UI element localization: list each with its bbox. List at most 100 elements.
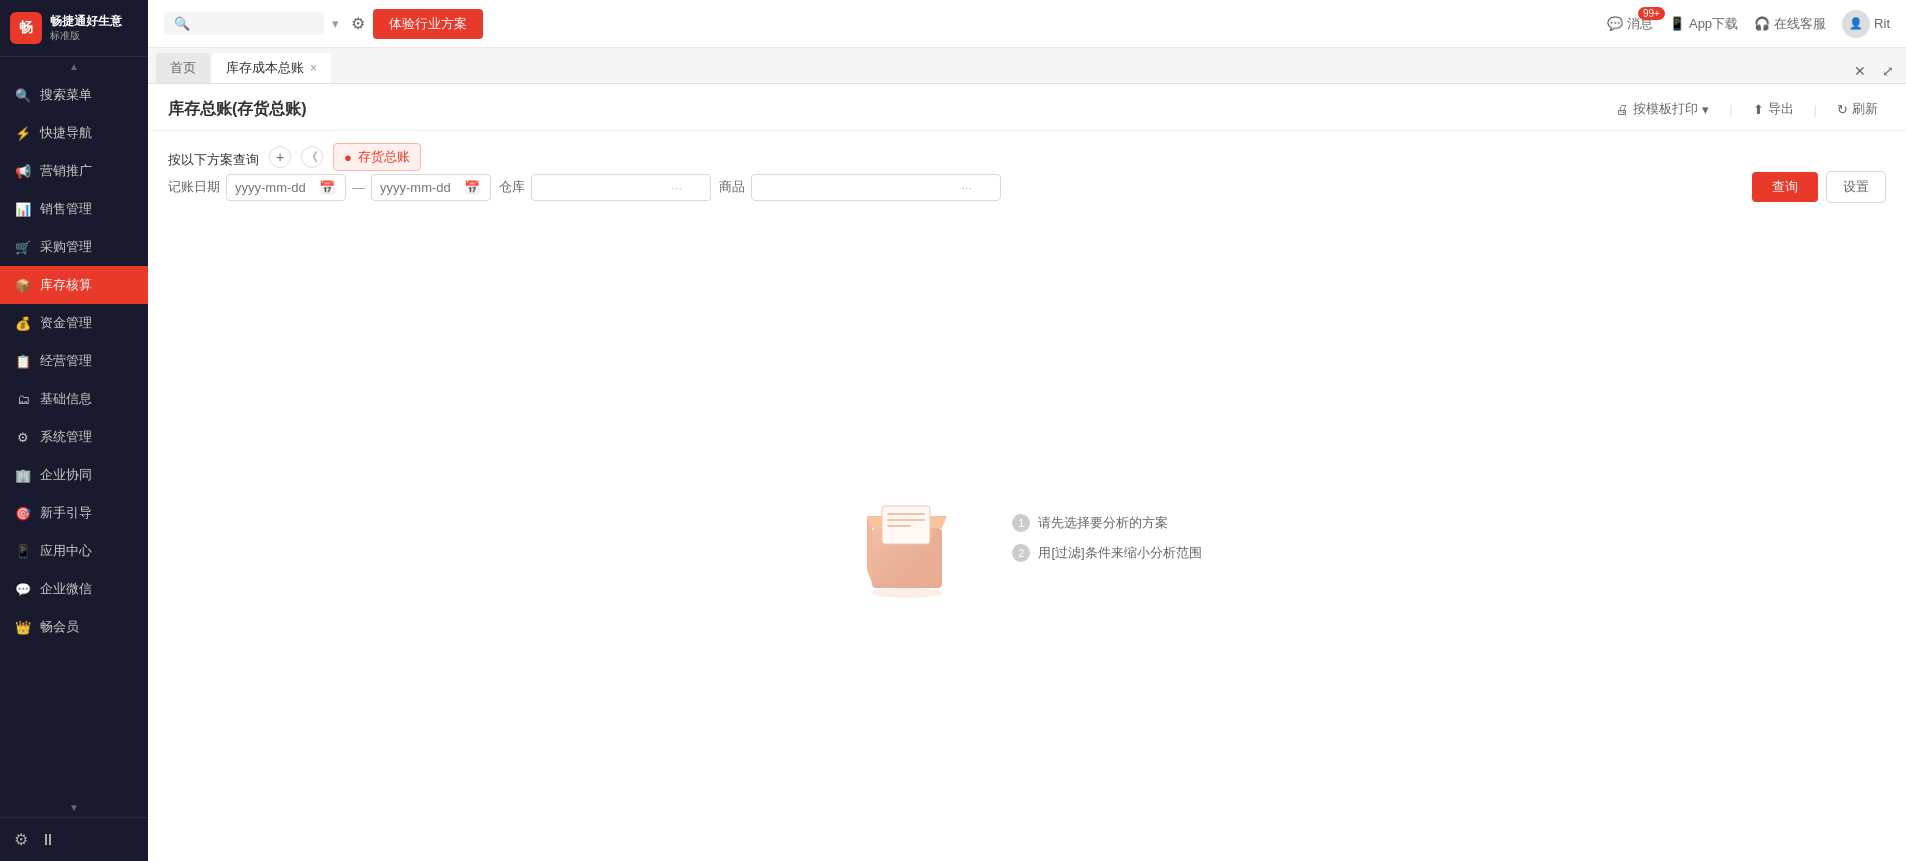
app-version: 标准版 (50, 29, 122, 42)
sidebar-item-operations[interactable]: 📋 经营管理 (0, 342, 148, 380)
topbar-message[interactable]: 💬 消息 99+ (1607, 15, 1653, 33)
sidebar-item-marketing[interactable]: 📢 营销推广 (0, 152, 148, 190)
settings-button[interactable]: 设置 (1826, 171, 1886, 203)
sidebar-item-appstore[interactable]: 📱 应用中心 (0, 532, 148, 570)
app-name: 畅捷通好生意 (50, 14, 122, 30)
app-download-label: App下载 (1689, 15, 1738, 33)
topbar-search-icon: 🔍 (174, 16, 190, 31)
sidebar-item-system[interactable]: ⚙ 系统管理 (0, 418, 148, 456)
appstore-icon: 📱 (14, 542, 32, 560)
service-icon: 🎧 (1754, 16, 1770, 31)
vip-icon: 👑 (14, 618, 32, 636)
sidebar-item-label: 销售管理 (40, 200, 92, 218)
calendar-start-icon[interactable]: 📅 (319, 180, 335, 195)
sidebar-item-quick-nav[interactable]: ⚡ 快捷导航 (0, 114, 148, 152)
topbar-right: 💬 消息 99+ 📱 App下载 🎧 在线客服 👤 Rit (1607, 10, 1890, 38)
filter-add-button[interactable]: + (269, 146, 291, 168)
sidebar-item-label: 资金管理 (40, 314, 92, 332)
sidebar-item-label: 企业微信 (40, 580, 92, 598)
sidebar-item-label: 经营管理 (40, 352, 92, 370)
system-icon: ⚙ (14, 428, 32, 446)
filter-top-row: 按以下方案查询 + 《 ● 存货总账 (148, 131, 1906, 171)
topbar-user[interactable]: 👤 Rit (1842, 10, 1890, 38)
sidebar-scroll-down[interactable]: ▼ (0, 798, 148, 817)
export-button[interactable]: ⬆ 导出 (1745, 96, 1802, 122)
sidebar-item-search[interactable]: 🔍 搜索菜单 (0, 76, 148, 114)
tab-inventory-ledger[interactable]: 库存成本总账 × (212, 53, 331, 83)
calendar-end-icon[interactable]: 📅 (464, 180, 480, 195)
sidebar-item-label: 企业协同 (40, 466, 92, 484)
filter-label: 按以下方案查询 (168, 145, 259, 169)
empty-state: 1 请先选择要分析的方案 2 用[过滤]条件来缩小分析范围 (148, 215, 1906, 861)
sidebar-search-label: 搜索菜单 (40, 86, 92, 104)
date-start-field[interactable] (235, 180, 315, 195)
settings-footer-icon[interactable]: ⚙ (14, 830, 28, 849)
empty-illustration (852, 478, 972, 598)
tab-home[interactable]: 首页 (156, 53, 210, 83)
date-end-input[interactable]: 📅 (371, 174, 491, 201)
print-template-button[interactable]: 🖨 按模板打印 ▾ (1608, 96, 1717, 122)
message-icon: 💬 (1607, 16, 1623, 31)
filter-scheme-tag[interactable]: ● 存货总账 (333, 143, 421, 171)
sidebar-item-wechat[interactable]: 💬 企业微信 (0, 570, 148, 608)
sidebar-item-basic[interactable]: 🗂 基础信息 (0, 380, 148, 418)
query-button[interactable]: 查询 (1752, 172, 1818, 202)
audio-footer-icon[interactable]: ⏸ (40, 831, 56, 849)
topbar-online-service[interactable]: 🎧 在线客服 (1754, 15, 1826, 33)
sidebar-item-label: 应用中心 (40, 542, 92, 560)
tip-1-num: 1 (1012, 514, 1030, 532)
page-title: 库存总账(存货总账) (168, 99, 307, 120)
print-label: 按模板打印 (1633, 100, 1698, 118)
topbar-search[interactable]: 🔍 (164, 12, 324, 35)
warehouse-more-icon[interactable]: ··· (671, 180, 682, 195)
sidebar-item-finance[interactable]: 💰 资金管理 (0, 304, 148, 342)
sidebar-item-label: 基础信息 (40, 390, 92, 408)
page-actions: 🖨 按模板打印 ▾ | ⬆ 导出 | ↻ 刷新 (1608, 96, 1886, 122)
filter-warehouse-group: 仓库 ··· (499, 174, 711, 201)
date-end-field[interactable] (380, 180, 460, 195)
sidebar-item-purchase[interactable]: 🛒 采购管理 (0, 228, 148, 266)
topbar: 🔍 ▾ ⚙ 体验行业方案 💬 消息 99+ 📱 App下载 🎧 在线客服 👤 (148, 0, 1906, 48)
empty-tips: 1 请先选择要分析的方案 2 用[过滤]条件来缩小分析范围 (1012, 514, 1201, 562)
sidebar-footer: ⚙ ⏸ (0, 817, 148, 861)
topbar-settings-icon[interactable]: ⚙ (351, 14, 365, 33)
marketing-icon: 📢 (14, 162, 32, 180)
tip-2-num: 2 (1012, 544, 1030, 562)
tabs-bar: 首页 库存成本总账 × ✕ ⤢ (148, 48, 1906, 84)
tab-close-all-icon[interactable]: ✕ (1850, 59, 1870, 83)
product-more-icon[interactable]: ··· (961, 180, 972, 195)
sidebar-item-label: 快捷导航 (40, 124, 92, 142)
sales-icon: 📊 (14, 200, 32, 218)
product-select[interactable]: ··· (751, 174, 1001, 201)
sidebar-item-enterprise[interactable]: 🏢 企业协同 (0, 456, 148, 494)
date-separator: — (352, 180, 365, 195)
filter-collapse-button[interactable]: 《 (301, 146, 323, 168)
finance-icon: 💰 (14, 314, 32, 332)
operations-icon: 📋 (14, 352, 32, 370)
tab-close-icon[interactable]: × (310, 62, 317, 74)
newbie-icon: 🎯 (14, 504, 32, 522)
page-header: 库存总账(存货总账) 🖨 按模板打印 ▾ | ⬆ 导出 | ↻ 刷新 (148, 84, 1906, 131)
app-download-icon: 📱 (1669, 16, 1685, 31)
sidebar-item-sales[interactable]: 📊 销售管理 (0, 190, 148, 228)
tip-1-text: 请先选择要分析的方案 (1038, 514, 1168, 532)
content-area: 库存总账(存货总账) 🖨 按模板打印 ▾ | ⬆ 导出 | ↻ 刷新 (148, 84, 1906, 861)
filter-inputs-row: 记账日期 📅 — 📅 仓库 ··· (148, 171, 1906, 215)
topbar-app-download[interactable]: 📱 App下载 (1669, 15, 1738, 33)
sidebar-scroll-up[interactable]: ▲ (0, 57, 148, 76)
refresh-label: 刷新 (1852, 100, 1878, 118)
user-avatar: 👤 (1842, 10, 1870, 38)
purchase-icon: 🛒 (14, 238, 32, 256)
industry-button[interactable]: 体验行业方案 (373, 9, 483, 39)
sidebar-item-newbie[interactable]: 🎯 新手引导 (0, 494, 148, 532)
refresh-button[interactable]: ↻ 刷新 (1829, 96, 1886, 122)
sidebar-item-inventory[interactable]: 📦 库存核算 (0, 266, 148, 304)
date-start-input[interactable]: 📅 (226, 174, 346, 201)
basic-icon: 🗂 (14, 390, 32, 408)
tab-expand-icon[interactable]: ⤢ (1878, 59, 1898, 83)
filter-product-group: 商品 ··· (719, 174, 1001, 201)
sidebar-item-vip[interactable]: 👑 畅会员 (0, 608, 148, 646)
inventory-icon: 📦 (14, 276, 32, 294)
topbar-dropdown-icon[interactable]: ▾ (332, 16, 339, 31)
warehouse-select[interactable]: ··· (531, 174, 711, 201)
